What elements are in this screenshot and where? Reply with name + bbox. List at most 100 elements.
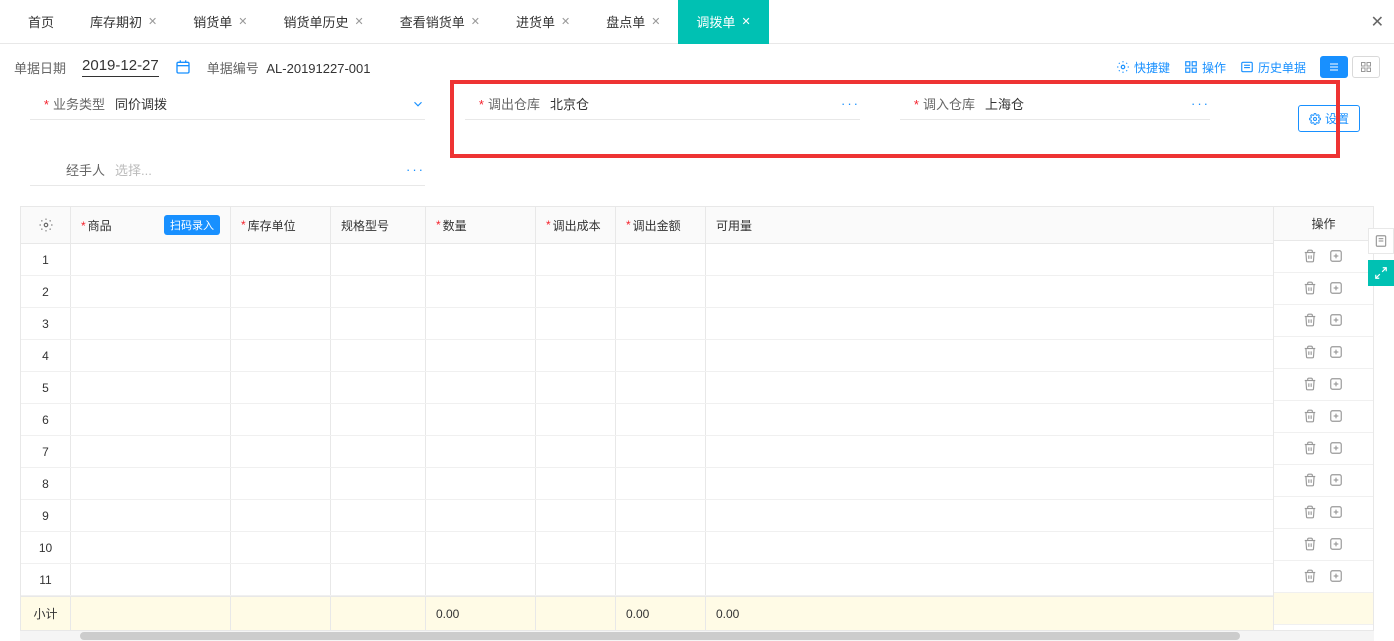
tab-stocktake[interactable]: 盘点单✕	[588, 0, 678, 44]
add-icon[interactable]	[1329, 345, 1345, 361]
biz-type-field[interactable]: 业务类型 同价调拨	[30, 94, 425, 120]
date-label: 单据日期	[14, 58, 66, 77]
row-ops	[1274, 241, 1373, 273]
table-row[interactable]: 5	[21, 372, 1273, 404]
tab-home[interactable]: 首页	[10, 0, 72, 44]
in-warehouse-field[interactable]: 调入仓库 上海仓 ···	[900, 94, 1210, 120]
add-icon[interactable]	[1329, 473, 1345, 489]
table-row[interactable]: 4	[21, 340, 1273, 372]
notes-widget[interactable]	[1368, 228, 1394, 254]
close-icon[interactable]: ✕	[561, 15, 570, 28]
form-area: 业务类型 同价调拨 调出仓库 北京仓 ··· 调入仓库 上海仓 ··· 经手人 …	[0, 90, 1394, 196]
grid-view-button[interactable]	[1352, 56, 1380, 78]
delete-icon[interactable]	[1303, 345, 1319, 361]
line-items-table: *商品 扫码录入 *库存单位 规格型号 *数量 *调出成本 *调出金额 可用量 …	[0, 196, 1394, 631]
close-icon[interactable]: ✕	[238, 15, 247, 28]
product-header: *商品 扫码录入	[71, 207, 231, 243]
add-icon[interactable]	[1329, 441, 1345, 457]
add-icon[interactable]	[1329, 377, 1345, 393]
row-ops	[1274, 465, 1373, 497]
row-number: 6	[21, 404, 71, 435]
row-ops	[1274, 369, 1373, 401]
more-icon[interactable]: ···	[841, 96, 860, 111]
table-row[interactable]: 1	[21, 244, 1273, 276]
delete-icon[interactable]	[1303, 569, 1319, 585]
row-number: 3	[21, 308, 71, 339]
row-ops	[1274, 497, 1373, 529]
close-all-icon[interactable]: ✕	[1371, 12, 1384, 32]
gear-header[interactable]	[21, 207, 71, 243]
delete-icon[interactable]	[1303, 505, 1319, 521]
doc-no: 单据编号 AL-20191227-001	[207, 58, 371, 77]
row-number: 7	[21, 436, 71, 467]
table-row[interactable]: 7	[21, 436, 1273, 468]
scan-entry-button[interactable]: 扫码录入	[164, 215, 220, 235]
tab-sales-history[interactable]: 销货单历史✕	[265, 0, 381, 44]
row-ops	[1274, 561, 1373, 593]
delete-icon[interactable]	[1303, 441, 1319, 457]
tab-sales-order[interactable]: 销货单✕	[175, 0, 265, 44]
close-icon[interactable]: ✕	[651, 15, 660, 28]
table-row[interactable]: 9	[21, 500, 1273, 532]
add-icon[interactable]	[1329, 249, 1345, 265]
history-link[interactable]: 历史单据	[1240, 59, 1306, 76]
more-icon[interactable]: ···	[1191, 96, 1210, 111]
date-value[interactable]: 2019-12-27	[82, 57, 159, 77]
delete-icon[interactable]	[1303, 313, 1319, 329]
add-icon[interactable]	[1329, 313, 1345, 329]
tab-purchase[interactable]: 进货单✕	[498, 0, 588, 44]
row-ops	[1274, 337, 1373, 369]
table-row[interactable]: 11	[21, 564, 1273, 596]
row-ops	[1274, 273, 1373, 305]
operations-link[interactable]: 操作	[1184, 59, 1226, 76]
table-row[interactable]: 2	[21, 276, 1273, 308]
close-icon[interactable]: ✕	[355, 15, 364, 28]
delete-icon[interactable]	[1303, 377, 1319, 393]
add-icon[interactable]	[1329, 409, 1345, 425]
close-icon[interactable]: ✕	[148, 15, 157, 28]
table-row[interactable]: 6	[21, 404, 1273, 436]
row-ops	[1274, 433, 1373, 465]
shortcut-link[interactable]: 快捷键	[1116, 59, 1170, 76]
tab-transfer[interactable]: 调拨单✕	[678, 0, 768, 44]
tab-inventory-opening[interactable]: 库存期初✕	[72, 0, 175, 44]
chevron-down-icon[interactable]	[411, 97, 425, 111]
row-number: 2	[21, 276, 71, 307]
table-row[interactable]: 10	[21, 532, 1273, 564]
tab-view-sales[interactable]: 查看销货单✕	[382, 0, 498, 44]
delete-icon[interactable]	[1303, 473, 1319, 489]
out-warehouse-field[interactable]: 调出仓库 北京仓 ···	[465, 94, 860, 120]
add-icon[interactable]	[1329, 505, 1345, 521]
spec-header: 规格型号	[331, 207, 426, 243]
row-number: 10	[21, 532, 71, 563]
horizontal-scrollbar[interactable]	[20, 631, 1374, 641]
expand-widget[interactable]	[1368, 260, 1394, 286]
amount-header: *调出金额	[616, 207, 706, 243]
handler-field[interactable]: 经手人 选择... ···	[30, 160, 425, 186]
table-row[interactable]: 3	[21, 308, 1273, 340]
row-number: 11	[21, 564, 71, 595]
calendar-icon[interactable]	[175, 59, 191, 75]
close-icon[interactable]: ✕	[741, 15, 750, 28]
doc-header: 单据日期 2019-12-27 单据编号 AL-20191227-001 快捷键…	[0, 44, 1394, 90]
add-icon[interactable]	[1329, 281, 1345, 297]
more-icon[interactable]: ···	[406, 162, 425, 177]
table-row[interactable]: 8	[21, 468, 1273, 500]
delete-icon[interactable]	[1303, 409, 1319, 425]
delete-icon[interactable]	[1303, 537, 1319, 553]
add-icon[interactable]	[1329, 569, 1345, 585]
ops-header: 操作	[1274, 207, 1373, 240]
delete-icon[interactable]	[1303, 249, 1319, 265]
subtotal-row: 小计 0.00 0.00 0.00	[21, 596, 1273, 630]
settings-button[interactable]: 设置	[1298, 105, 1360, 132]
delete-icon[interactable]	[1303, 281, 1319, 297]
row-number: 1	[21, 244, 71, 275]
row-number: 9	[21, 500, 71, 531]
list-view-button[interactable]	[1320, 56, 1348, 78]
qty-header: *数量	[426, 207, 536, 243]
add-icon[interactable]	[1329, 537, 1345, 553]
row-ops	[1274, 529, 1373, 561]
row-ops	[1274, 305, 1373, 337]
close-icon[interactable]: ✕	[471, 15, 480, 28]
available-header: 可用量	[706, 207, 1236, 243]
